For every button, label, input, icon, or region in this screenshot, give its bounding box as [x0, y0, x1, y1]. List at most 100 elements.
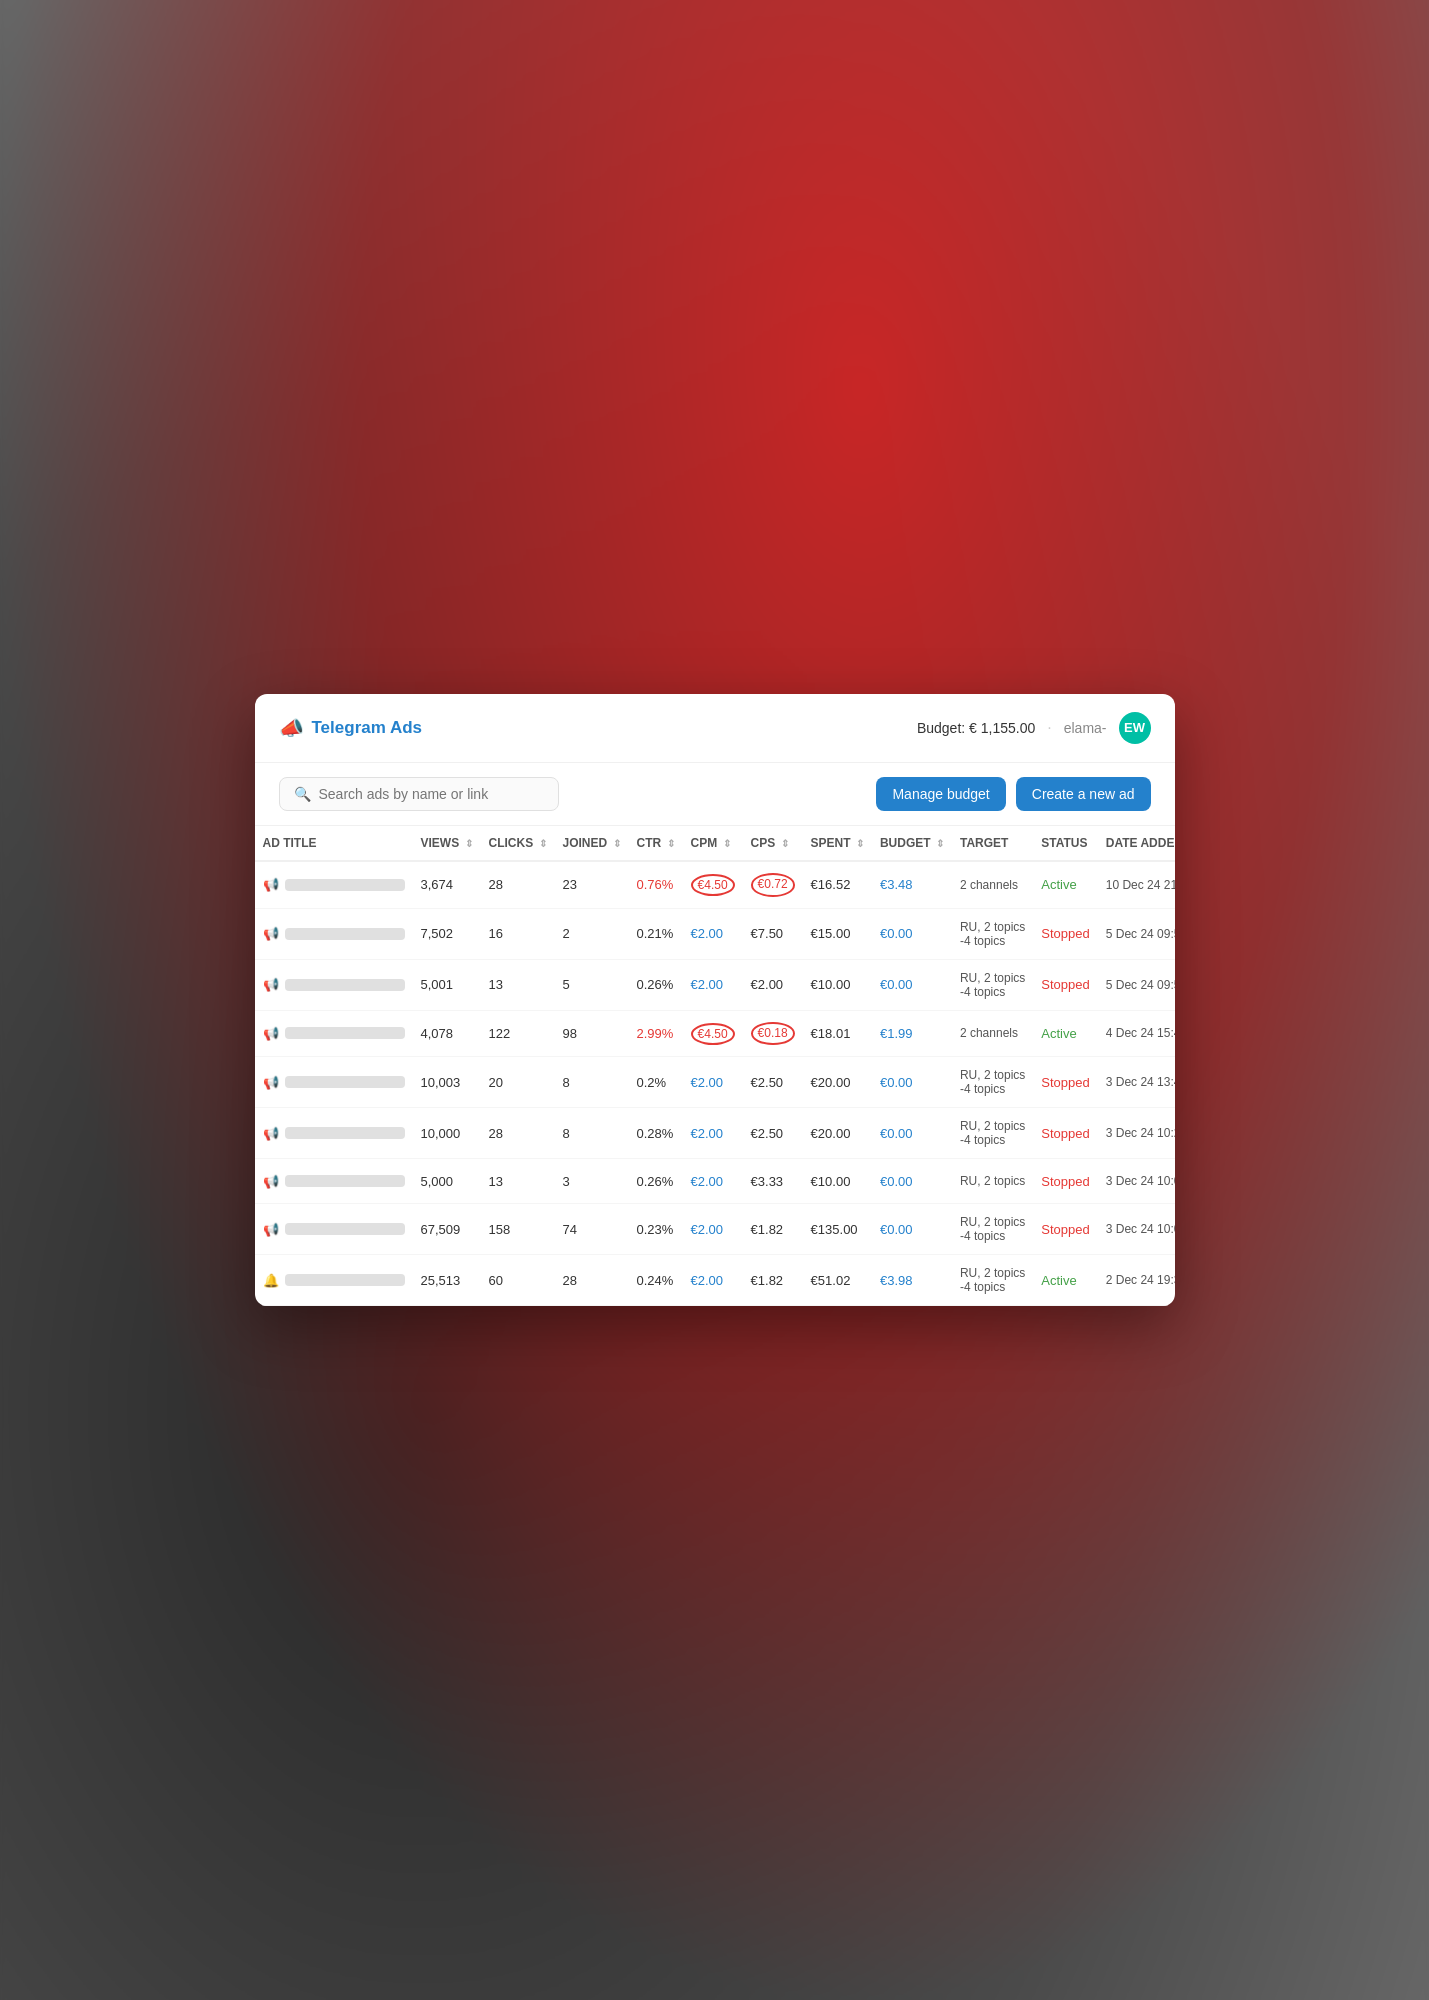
budget-cell: €0.00: [872, 908, 952, 959]
cpm-cell: €2.00: [683, 1159, 743, 1204]
target-cell: RU, 2 topics: [952, 1159, 1033, 1204]
budget-cell: €3.48: [872, 861, 952, 908]
search-box[interactable]: 🔍: [279, 777, 559, 811]
views-cell: 10,000: [413, 1108, 481, 1159]
ad-icon: 📢: [263, 1075, 279, 1090]
clicks-cell: 13: [481, 959, 555, 1010]
ad-icon: 🔔: [263, 1273, 279, 1288]
ctr-cell: 0.24%: [629, 1255, 683, 1306]
joined-cell: 74: [555, 1204, 629, 1255]
ad-name-blurred: [285, 928, 405, 940]
avatar[interactable]: EW: [1119, 712, 1151, 744]
ctr-cell: 0.28%: [629, 1108, 683, 1159]
col-clicks[interactable]: CLICKS ⇕: [481, 826, 555, 861]
manage-budget-button[interactable]: Manage budget: [876, 777, 1005, 811]
separator: ·: [1047, 719, 1051, 737]
views-cell: 3,674: [413, 861, 481, 908]
col-date-added[interactable]: DATE ADDED ▼: [1098, 826, 1175, 861]
ad-title-cell: 📢: [255, 1010, 413, 1057]
spent-cell: €15.00: [803, 908, 872, 959]
spent-cell: €10.00: [803, 959, 872, 1010]
col-cpm[interactable]: CPM ⇕: [683, 826, 743, 861]
ad-name-blurred: [285, 1223, 405, 1235]
col-ad-title: AD TITLE: [255, 826, 413, 861]
views-cell: 25,513: [413, 1255, 481, 1306]
budget-cell: €0.00: [872, 1159, 952, 1204]
ad-name-blurred: [285, 1076, 405, 1088]
cps-cell: €0.72: [743, 861, 803, 908]
ad-title-cell: 📢: [255, 1159, 413, 1204]
ad-icon: 📢: [263, 1222, 279, 1237]
table-row: 📢 10,000 28 8 0.28% €2.00 €2.50 €20.00 €…: [255, 1108, 1175, 1159]
col-budget[interactable]: BUDGET ⇕: [872, 826, 952, 861]
ctr-cell: 0.26%: [629, 959, 683, 1010]
cps-cell: €2.50: [743, 1057, 803, 1108]
joined-cell: 23: [555, 861, 629, 908]
ad-name-blurred: [285, 1127, 405, 1139]
joined-cell: 98: [555, 1010, 629, 1057]
status-cell: Stopped: [1033, 1159, 1097, 1204]
ad-title-cell: 📢: [255, 1057, 413, 1108]
ad-icon: 📢: [263, 1026, 279, 1041]
spent-cell: €16.52: [803, 861, 872, 908]
cpm-cell: €2.00: [683, 1255, 743, 1306]
ad-title-cell: 📢: [255, 1108, 413, 1159]
create-new-ad-button[interactable]: Create a new ad: [1016, 777, 1151, 811]
views-cell: 7,502: [413, 908, 481, 959]
cps-cell: €2.50: [743, 1108, 803, 1159]
col-views[interactable]: VIEWS ⇕: [413, 826, 481, 861]
views-cell: 4,078: [413, 1010, 481, 1057]
clicks-cell: 16: [481, 908, 555, 959]
target-cell: 2 channels: [952, 1010, 1033, 1057]
cpm-cell: €2.00: [683, 1108, 743, 1159]
status-cell: Active: [1033, 861, 1097, 908]
ctr-cell: 0.26%: [629, 1159, 683, 1204]
search-icon: 🔍: [294, 786, 311, 802]
ctr-cell: 2.99%: [629, 1010, 683, 1057]
search-input[interactable]: [319, 786, 544, 802]
budget-cell: €0.00: [872, 959, 952, 1010]
spent-cell: €10.00: [803, 1159, 872, 1204]
cpm-cell: €2.00: [683, 1204, 743, 1255]
date-cell: 3 Dec 24 10:22: [1098, 1108, 1175, 1159]
clicks-cell: 122: [481, 1010, 555, 1057]
header-right: Budget: € 1,155.00 · elama- EW: [917, 712, 1151, 744]
main-panel: 📣 Telegram Ads Budget: € 1,155.00 · elam…: [255, 694, 1175, 1306]
col-spent[interactable]: SPENT ⇕: [803, 826, 872, 861]
target-cell: RU, 2 topics-4 topics: [952, 1255, 1033, 1306]
clicks-cell: 28: [481, 861, 555, 908]
budget-display: Budget: € 1,155.00: [917, 720, 1035, 736]
ad-icon: 📢: [263, 1174, 279, 1189]
status-cell: Stopped: [1033, 1057, 1097, 1108]
ad-title-cell: 📢: [255, 861, 413, 908]
col-cps[interactable]: CPS ⇕: [743, 826, 803, 861]
cps-cell: €3.33: [743, 1159, 803, 1204]
ctr-cell: 0.76%: [629, 861, 683, 908]
date-cell: 3 Dec 24 10:00: [1098, 1204, 1175, 1255]
joined-cell: 8: [555, 1108, 629, 1159]
budget-cell: €3.98: [872, 1255, 952, 1306]
megaphone-icon: 📣: [279, 716, 304, 740]
cps-cell: €1.82: [743, 1204, 803, 1255]
cps-cell: €0.18: [743, 1010, 803, 1057]
clicks-cell: 158: [481, 1204, 555, 1255]
target-cell: RU, 2 topics-4 topics: [952, 908, 1033, 959]
budget-cell: €1.99: [872, 1010, 952, 1057]
table-row: 📢 7,502 16 2 0.21% €2.00 €7.50 €15.00 €0…: [255, 908, 1175, 959]
views-cell: 67,509: [413, 1204, 481, 1255]
status-cell: Active: [1033, 1255, 1097, 1306]
table-row: 📢 5,001 13 5 0.26% €2.00 €2.00 €10.00 €0…: [255, 959, 1175, 1010]
spent-cell: €18.01: [803, 1010, 872, 1057]
target-cell: 2 channels: [952, 861, 1033, 908]
col-joined[interactable]: JOINED ⇕: [555, 826, 629, 861]
joined-cell: 3: [555, 1159, 629, 1204]
joined-cell: 28: [555, 1255, 629, 1306]
budget-cell: €0.00: [872, 1204, 952, 1255]
col-ctr[interactable]: CTR ⇕: [629, 826, 683, 861]
target-cell: RU, 2 topics-4 topics: [952, 1204, 1033, 1255]
views-cell: 5,001: [413, 959, 481, 1010]
cpm-cell: €2.00: [683, 959, 743, 1010]
header-left: 📣 Telegram Ads: [279, 716, 423, 740]
status-cell: Stopped: [1033, 959, 1097, 1010]
cpm-cell: €2.00: [683, 908, 743, 959]
